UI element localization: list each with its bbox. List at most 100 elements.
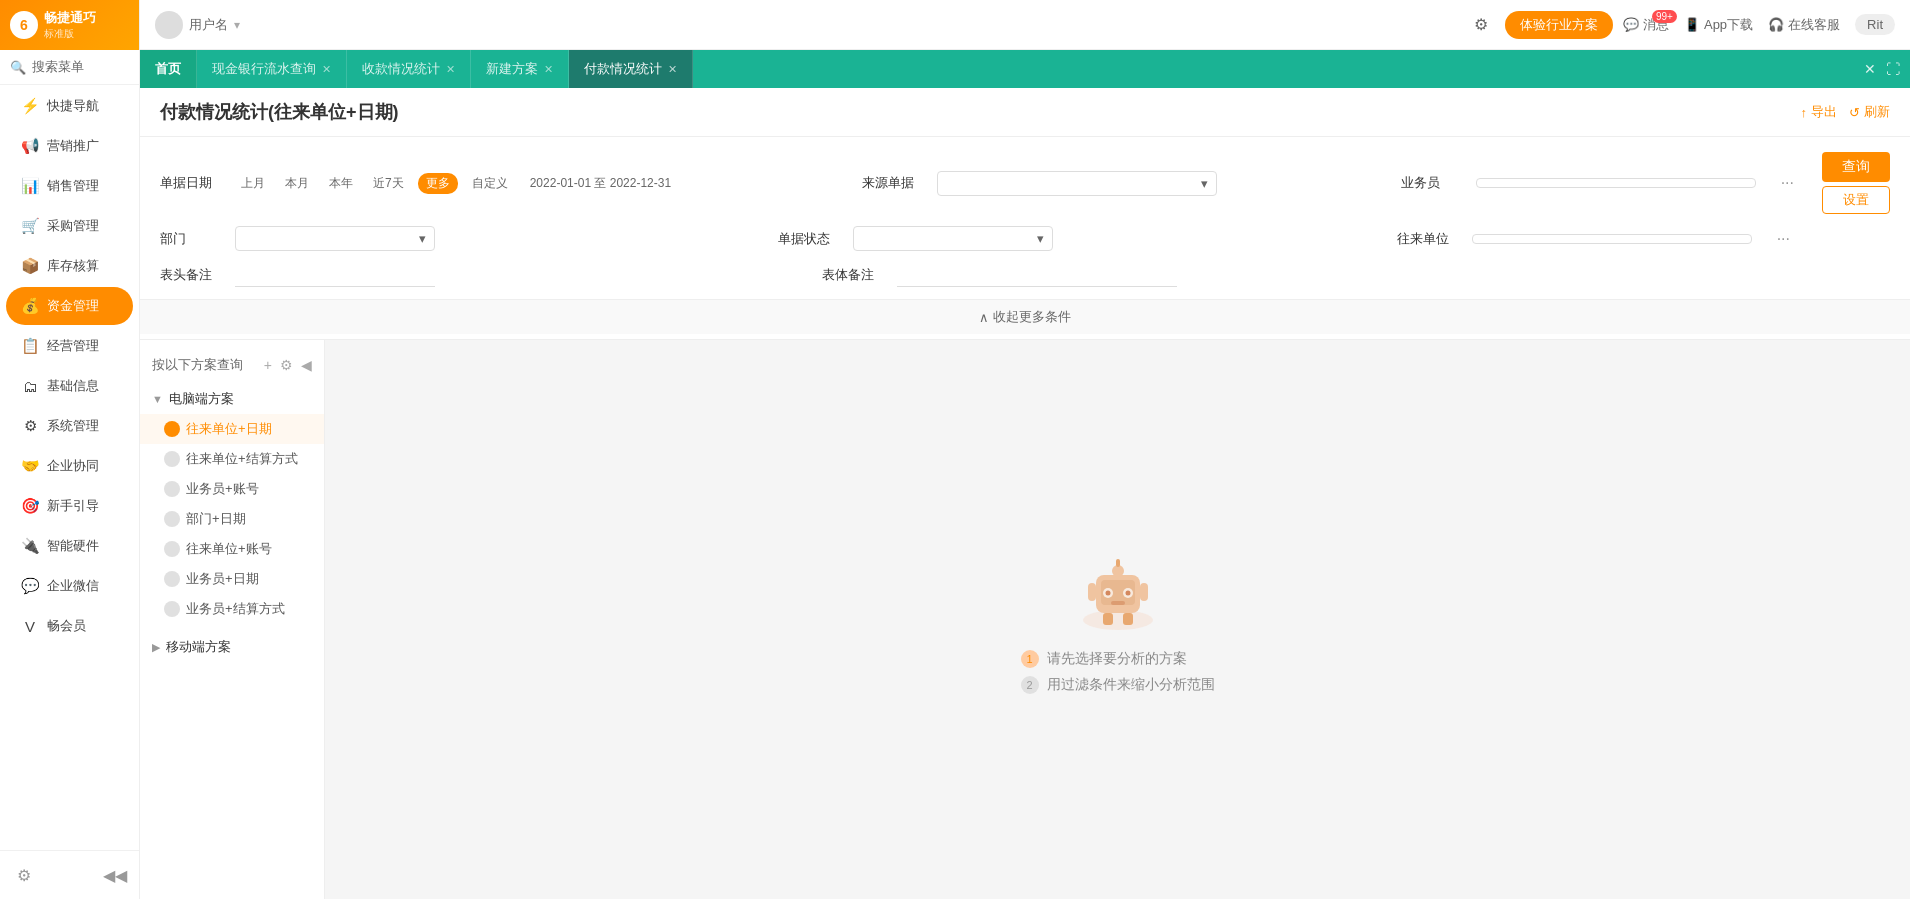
- refresh-icon: ↺: [1849, 105, 1860, 120]
- doc-status-select[interactable]: ▾: [853, 226, 1053, 251]
- sidebar-item-system[interactable]: ⚙ 系统管理: [6, 407, 133, 445]
- sidebar-item-hardware[interactable]: 🔌 智能硬件: [6, 527, 133, 565]
- panel-item-salesman-settlement[interactable]: 业务员+结算方式: [140, 594, 324, 624]
- hint-num-1: 1: [1021, 650, 1039, 668]
- nav-icon-operations: 📋: [21, 337, 39, 355]
- source-dropdown-icon: ▾: [1201, 176, 1208, 191]
- nav-icon-wechat: 💬: [21, 577, 39, 595]
- panel-item-icon-counterpart-account: [164, 541, 180, 557]
- tab-receipt-stats[interactable]: 收款情况统计✕: [347, 50, 471, 88]
- tab-label-payment-stats: 付款情况统计: [584, 60, 662, 78]
- panel-item-salesman-date[interactable]: 业务员+日期: [140, 564, 324, 594]
- tab-bank-flow[interactable]: 现金银行流水查询✕: [197, 50, 347, 88]
- right-content: 1 请先选择要分析的方案 2 用过滤条件来缩小分析范围: [325, 340, 1910, 899]
- settings-btn[interactable]: 设置: [1822, 186, 1890, 214]
- desktop-section-header[interactable]: ▼ 电脑端方案: [140, 384, 324, 414]
- date-this-month[interactable]: 本月: [279, 173, 315, 194]
- svg-rect-9: [1116, 559, 1120, 567]
- nav-label-enterprise: 企业协同: [47, 457, 99, 475]
- filter-panel: 单据日期 上月 本月 本年 近7天 更多 自定义 2022-01-01 至 20…: [140, 137, 1910, 340]
- mobile-section: ▶ 移动端方案: [140, 628, 324, 666]
- mobile-arrow: ▶: [152, 641, 160, 654]
- tab-close-receipt-stats[interactable]: ✕: [446, 63, 455, 76]
- panel-item-icon-dept-date: [164, 511, 180, 527]
- salesman-select[interactable]: [1476, 178, 1756, 188]
- trial-btn[interactable]: 体验行业方案: [1505, 11, 1613, 39]
- panel-collapse-btn[interactable]: ◀: [301, 357, 312, 373]
- topbar-username[interactable]: Rit: [1855, 14, 1895, 35]
- panel-item-counterpart-date[interactable]: 往来单位+日期: [140, 414, 324, 444]
- sidebar-item-inventory[interactable]: 📦 库存核算: [6, 247, 133, 285]
- nav-label-wechat: 企业微信: [47, 577, 99, 595]
- dept-dropdown-icon: ▾: [419, 231, 426, 246]
- mobile-section-header[interactable]: ▶ 移动端方案: [140, 632, 324, 662]
- date-this-year[interactable]: 本年: [323, 173, 359, 194]
- tab-new-plan[interactable]: 新建方案✕: [471, 50, 569, 88]
- maximize-btn[interactable]: ⛶: [1886, 61, 1900, 77]
- table-body-input[interactable]: [897, 263, 1177, 287]
- panel-item-icon-counterpart-date: [164, 421, 180, 437]
- footer-settings-btn[interactable]: ⚙: [10, 861, 38, 889]
- collapse-btn[interactable]: ∧ 收起更多条件: [140, 299, 1910, 334]
- sidebar-item-sales[interactable]: 📊 销售管理: [6, 167, 133, 205]
- search-icon: 🔍: [10, 60, 26, 75]
- nav-icon-guide: 🎯: [21, 497, 39, 515]
- panel-item-dept-date[interactable]: 部门+日期: [140, 504, 324, 534]
- table-body-label: 表体备注: [822, 266, 877, 284]
- tab-home[interactable]: 首页: [140, 50, 197, 88]
- refresh-btn[interactable]: ↺ 刷新: [1849, 103, 1890, 121]
- panel-settings-btn[interactable]: ⚙: [280, 357, 293, 373]
- filter-row-1: 单据日期 上月 本月 本年 近7天 更多 自定义 2022-01-01 至 20…: [160, 152, 1890, 214]
- source-select[interactable]: ▾: [937, 171, 1217, 196]
- messages-btn[interactable]: 💬 消息 99+: [1623, 16, 1669, 34]
- sidebar-item-member[interactable]: V 畅会员: [6, 607, 133, 645]
- dept-select[interactable]: ▾: [235, 226, 435, 251]
- topbar-settings-btn[interactable]: ⚙: [1467, 11, 1495, 39]
- date-more[interactable]: 更多: [418, 173, 458, 194]
- sidebar-item-quick-nav[interactable]: ⚡ 快捷导航: [6, 87, 133, 125]
- counterpart-select[interactable]: [1472, 234, 1752, 244]
- online-service-btn[interactable]: 🎧 在线客服: [1768, 16, 1840, 34]
- footer-collapse-btn[interactable]: ◀◀: [101, 861, 129, 889]
- sidebar-item-operations[interactable]: 📋 经营管理: [6, 327, 133, 365]
- date-prev-month[interactable]: 上月: [235, 173, 271, 194]
- panel-header-icons: + ⚙ ◀: [264, 357, 312, 373]
- sidebar-item-finance[interactable]: 💰 资金管理: [6, 287, 133, 325]
- sidebar-item-enterprise[interactable]: 🤝 企业协同: [6, 447, 133, 485]
- tab-close-bank-flow[interactable]: ✕: [322, 63, 331, 76]
- sidebar-item-guide[interactable]: 🎯 新手引导: [6, 487, 133, 525]
- salesman-more[interactable]: ···: [1781, 174, 1794, 192]
- counterpart-more[interactable]: ···: [1777, 230, 1790, 248]
- panel-item-icon-salesman-settlement: [164, 601, 180, 617]
- tabs-bar: 首页现金银行流水查询✕收款情况统计✕新建方案✕ 付款情况统计 ✕ ✕ ⛶: [140, 50, 1910, 88]
- search-menu[interactable]: 🔍 搜索菜单: [0, 50, 139, 85]
- close-all-btn[interactable]: ✕: [1864, 61, 1876, 77]
- table-header-input[interactable]: [235, 263, 435, 287]
- panel-item-salesman-account[interactable]: 业务员+账号: [140, 474, 324, 504]
- sidebar-item-purchase[interactable]: 🛒 采购管理: [6, 207, 133, 245]
- export-btn[interactable]: ↑ 导出: [1801, 103, 1838, 121]
- sidebar-item-wechat[interactable]: 💬 企业微信: [6, 567, 133, 605]
- panel-item-counterpart-settlement[interactable]: 往来单位+结算方式: [140, 444, 324, 474]
- app-subtitle: 标准版: [44, 27, 96, 41]
- app-download-btn[interactable]: 📱 App下载: [1684, 16, 1753, 34]
- nav-icon-hardware: 🔌: [21, 537, 39, 555]
- sidebar-item-marketing[interactable]: 📢 营销推广: [6, 127, 133, 165]
- nav-icon-enterprise: 🤝: [21, 457, 39, 475]
- nav-icon-marketing: 📢: [21, 137, 39, 155]
- nav-icon-system: ⚙: [21, 417, 39, 435]
- nav-label-basic-info: 基础信息: [47, 377, 99, 395]
- sidebar-item-basic-info[interactable]: 🗂 基础信息: [6, 367, 133, 405]
- tab-close-new-plan[interactable]: ✕: [544, 63, 553, 76]
- tab-payment-stats[interactable]: 付款情况统计 ✕: [569, 50, 693, 88]
- panel-item-counterpart-account[interactable]: 往来单位+账号: [140, 534, 324, 564]
- tab-close-payment-stats[interactable]: ✕: [668, 63, 677, 76]
- date-custom[interactable]: 自定义: [466, 173, 514, 194]
- panel-add-btn[interactable]: +: [264, 357, 272, 373]
- nav-icon-basic-info: 🗂: [21, 377, 39, 395]
- query-btn[interactable]: 查询: [1822, 152, 1890, 182]
- app-logo: 6: [10, 11, 38, 39]
- user-name-text: 用户名: [189, 16, 228, 34]
- date-last-7[interactable]: 近7天: [367, 173, 410, 194]
- search-menu-label: 搜索菜单: [32, 58, 84, 76]
